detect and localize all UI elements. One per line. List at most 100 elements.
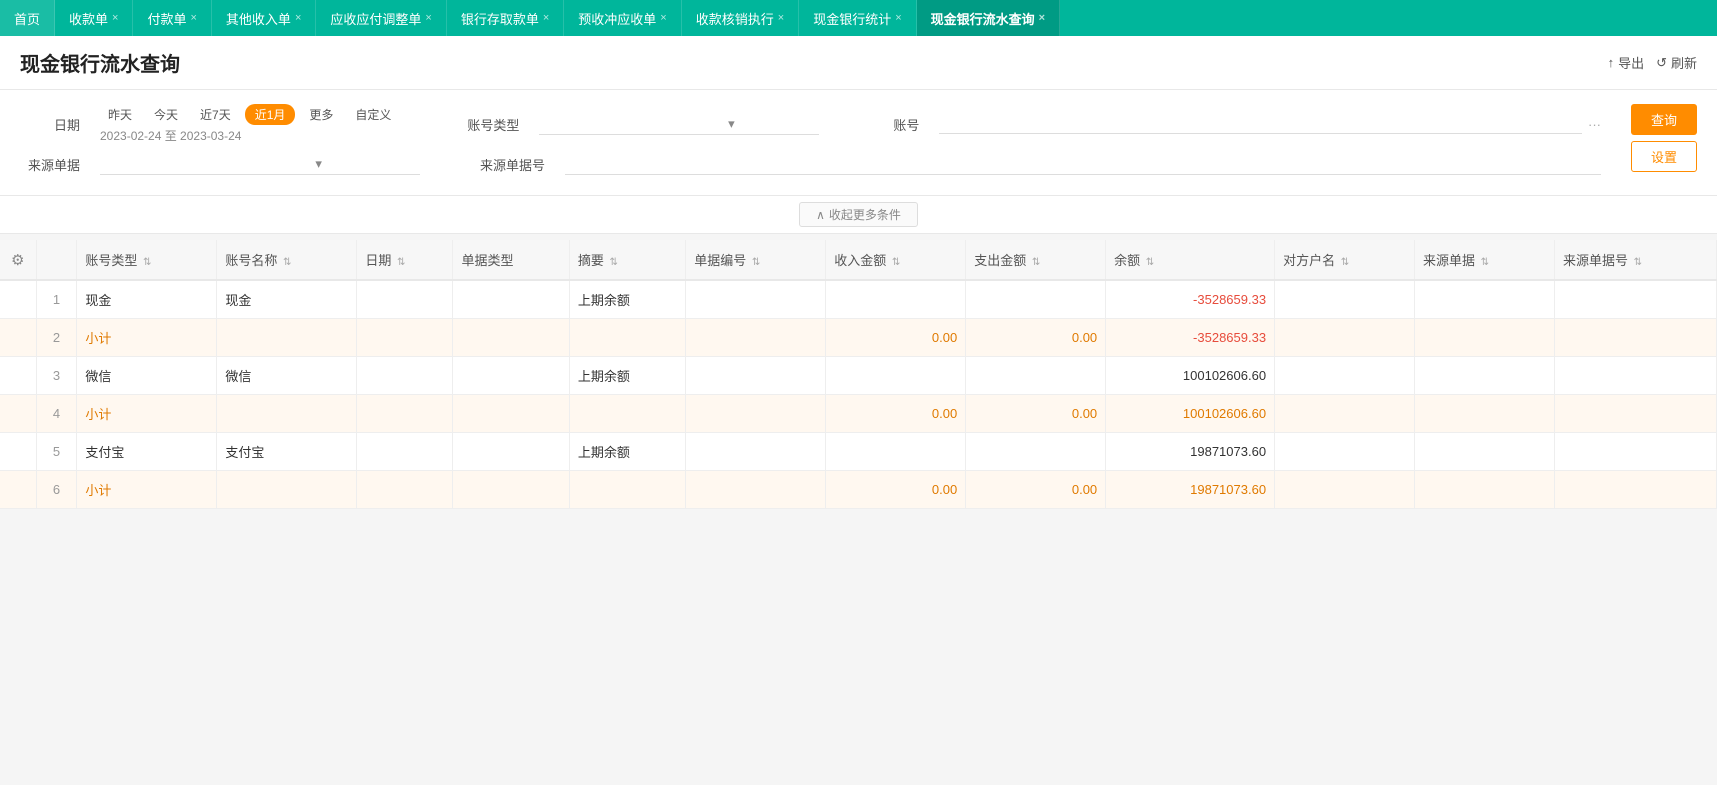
close-tab-prepay[interactable]: × [660,12,666,24]
row-summary: 上期余额 [569,280,685,319]
row-date [357,395,453,433]
row-income: 0.00 [826,395,966,433]
nav-tab-ar-adjust[interactable]: 应收应付调整单× [316,0,446,36]
row-expense: 0.00 [966,471,1106,509]
table-row: 2小计0.000.00-3528659.33 [0,319,1717,357]
col-source-doc-no[interactable]: 来源单据号 ⇅ [1555,240,1717,280]
gear-icon[interactable]: ⚙ [11,252,24,269]
close-tab-ar-adjust[interactable]: × [425,12,431,24]
row-doc-no [686,471,826,509]
col-income[interactable]: 收入金额 ⇅ [826,240,966,280]
col-account-name[interactable]: 账号名称 ⇅ [217,240,357,280]
close-tab-bank-flow[interactable]: × [1039,12,1045,24]
row-doc-type [453,280,569,319]
col-doc-no[interactable]: 单据编号 ⇅ [686,240,826,280]
nav-tab-bank-deposit[interactable]: 银行存取款单× [447,0,564,36]
refresh-button[interactable]: ↺ 刷新 [1656,53,1697,72]
refresh-icon: ↺ [1656,55,1667,71]
row-summary [569,319,685,357]
settings-button[interactable]: 设置 [1631,141,1697,172]
close-tab-other-income[interactable]: × [295,12,301,24]
close-tab-payment[interactable]: × [190,12,196,24]
col-account-type[interactable]: 账号类型 ⇅ [77,240,217,280]
export-button[interactable]: ↑ 导出 [1608,53,1645,72]
page-header: 现金银行流水查询 ↑ 导出 ↺ 刷新 [0,36,1717,90]
header-actions: ↑ 导出 ↺ 刷新 [1608,53,1697,72]
row-doc-no [686,319,826,357]
date-btn-today[interactable]: 今天 [146,104,186,125]
nav-tab-receipt[interactable]: 收款单× [55,0,133,36]
row-gear-cell [0,395,36,433]
refresh-label: 刷新 [1671,53,1697,72]
collapse-button[interactable]: ∧ 收起更多条件 [799,202,918,227]
row-source-doc-no [1555,357,1717,395]
source-doc-select[interactable]: ▾ [100,154,420,175]
col-date[interactable]: 日期 ⇅ [357,240,453,280]
close-tab-receipt[interactable]: × [112,12,118,24]
table-row: 1现金现金上期余额-3528659.33 [0,280,1717,319]
account-input[interactable] [939,114,1582,134]
nav-tab-home[interactable]: 首页 [0,0,55,36]
collapse-icon: ∧ [816,208,825,222]
row-income [826,280,966,319]
row-source-doc-no [1555,280,1717,319]
date-btn-custom[interactable]: 自定义 [347,104,399,125]
row-summary [569,395,685,433]
account-type-label: 账号类型 [459,115,519,134]
row-balance: 19871073.60 [1106,433,1275,471]
top-nav: 首页收款单×付款单×其他收入单×应收应付调整单×银行存取款单×预收冲应收单×收款… [0,0,1717,36]
date-label: 日期 [20,115,80,134]
row-source-doc [1415,319,1555,357]
col-balance[interactable]: 余额 ⇅ [1106,240,1275,280]
nav-tab-bank-stats[interactable]: 现金银行统计× [799,0,916,36]
row-account-type: 微信 [77,357,217,395]
row-source-doc-no [1555,433,1717,471]
row-account-name: 现金 [217,280,357,319]
close-tab-bank-stats[interactable]: × [895,12,901,24]
col-source-doc[interactable]: 来源单据 ⇅ [1415,240,1555,280]
col-counterpart[interactable]: 对方户名 ⇅ [1275,240,1415,280]
col-summary[interactable]: 摘要 ⇅ [569,240,685,280]
row-account-type: 现金 [77,280,217,319]
row-date [357,357,453,395]
account-type-select[interactable]: ▾ [539,114,819,135]
col-gear: ⚙ [0,240,36,280]
row-summary [569,471,685,509]
nav-tab-write-off[interactable]: 收款核销执行× [682,0,799,36]
date-btn-more[interactable]: 更多 [301,104,341,125]
row-doc-type [453,471,569,509]
table-row: 3微信微信上期余额100102606.60 [0,357,1717,395]
close-tab-bank-deposit[interactable]: × [543,12,549,24]
source-doc-num-input[interactable] [565,155,1601,175]
row-income: 0.00 [826,319,966,357]
nav-tab-prepay[interactable]: 预收冲应收单× [564,0,681,36]
collapse-label: 收起更多条件 [829,206,901,223]
row-counterpart [1275,357,1415,395]
row-account-type: 小计 [77,471,217,509]
query-button[interactable]: 查询 [1631,104,1697,135]
date-btn-7days[interactable]: 近7天 [192,104,239,125]
nav-tab-bank-flow[interactable]: 现金银行流水查询× [917,0,1060,36]
row-expense [966,433,1106,471]
account-label: 账号 [859,115,919,134]
account-input-field[interactable] [945,116,1576,131]
nav-tab-other-income[interactable]: 其他收入单× [212,0,316,36]
page-title: 现金银行流水查询 [20,48,180,77]
row-doc-no [686,357,826,395]
export-icon: ↑ [1608,55,1615,70]
row-gear-cell [0,433,36,471]
row-summary: 上期余额 [569,433,685,471]
account-more-icon[interactable]: ··· [1588,117,1601,132]
nav-tab-payment[interactable]: 付款单× [133,0,211,36]
date-btn-yesterday[interactable]: 昨天 [100,104,140,125]
col-expense[interactable]: 支出金额 ⇅ [966,240,1106,280]
source-doc-num-field[interactable] [571,157,1595,172]
row-source-doc-no [1555,395,1717,433]
date-btn-1month[interactable]: 近1月 [245,104,296,125]
row-number: 3 [36,357,77,395]
row-counterpart [1275,471,1415,509]
row-account-type: 小计 [77,319,217,357]
row-doc-type [453,433,569,471]
close-tab-write-off[interactable]: × [778,12,784,24]
row-balance: -3528659.33 [1106,280,1275,319]
